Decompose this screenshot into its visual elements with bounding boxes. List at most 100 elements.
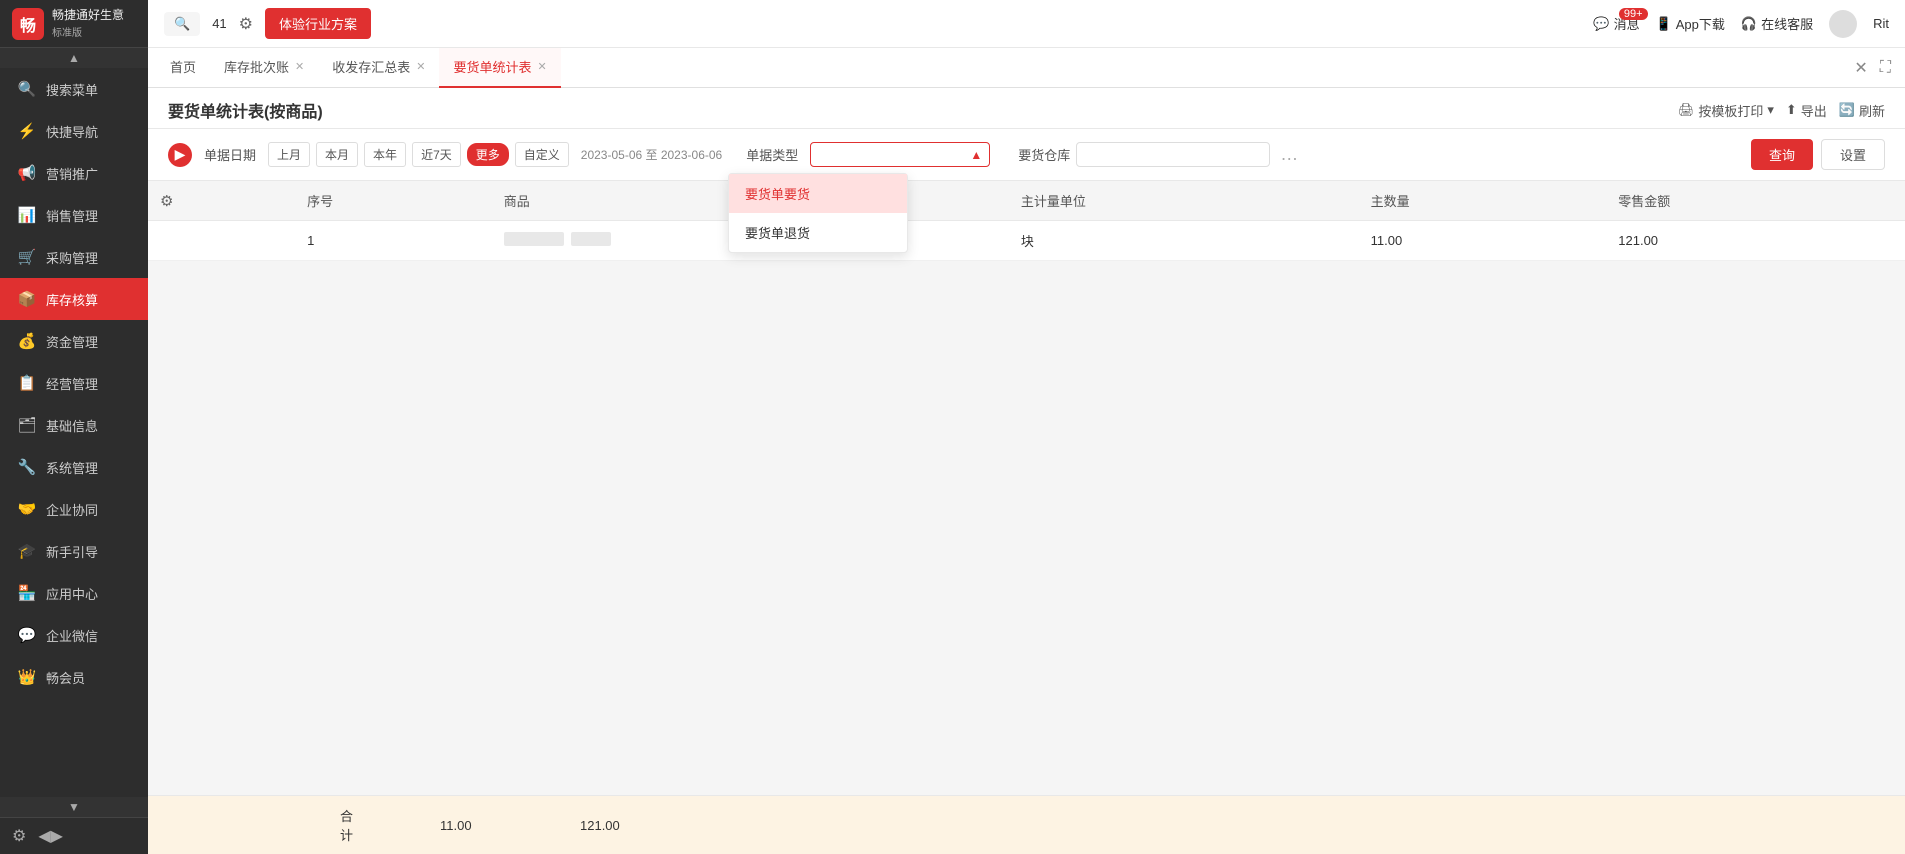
date-btn-year[interactable]: 本年 bbox=[364, 142, 406, 167]
sidebar-scroll-down[interactable]: ▼ bbox=[0, 797, 148, 817]
dropdown-item-0[interactable]: 要货单要货 bbox=[729, 174, 907, 213]
app-download-btn[interactable]: 📱 App下载 bbox=[1656, 14, 1725, 33]
th-amount: 零售金额 bbox=[1606, 181, 1905, 221]
th-unit: 主计量单位 bbox=[1009, 181, 1359, 221]
operations-icon: 📋 bbox=[16, 372, 38, 394]
refresh-btn[interactable]: 🔄 刷新 bbox=[1839, 101, 1885, 120]
table-row: 1 块 11.00 121.00 bbox=[148, 221, 1905, 261]
warehouse-more-icon[interactable]: … bbox=[1280, 144, 1298, 165]
warehouse-label: 要货仓库 bbox=[1018, 145, 1070, 164]
date-btn-7days[interactable]: 近7天 bbox=[412, 142, 461, 167]
basic-icon: 🗂 bbox=[16, 414, 38, 436]
search-icon: 🔍 bbox=[16, 78, 38, 100]
footer-qty: 11.00 bbox=[440, 818, 540, 833]
sidebar-item-finance[interactable]: 💰 资金管理 bbox=[0, 320, 148, 362]
sidebar-item-marketing[interactable]: 📢 营销推广 bbox=[0, 152, 148, 194]
filter-date-btns: 上月 本月 本年 近7天 更多 自定义 bbox=[268, 142, 569, 167]
export-btn[interactable]: ⬆ 导出 bbox=[1786, 101, 1827, 120]
type-dropdown: 要货单要货 要货单退货 bbox=[728, 173, 908, 253]
row-amount: 121.00 bbox=[1606, 221, 1905, 261]
purchase-icon: 🛒 bbox=[16, 246, 38, 268]
sidebar-logo: 畅 畅捷通好生意 标准版 bbox=[0, 0, 148, 48]
inventory-icon: 📦 bbox=[16, 288, 38, 310]
tab-close-requisition-stat[interactable]: ✕ bbox=[538, 60, 547, 73]
sidebar-item-enterprise[interactable]: 🤝 企业协同 bbox=[0, 488, 148, 530]
tabbar: 首页 库存批次账 ✕ 收发存汇总表 ✕ 要货单统计表 ✕ ✕ ⛶ bbox=[148, 48, 1905, 88]
sidebar-item-operations[interactable]: 📋 经营管理 bbox=[0, 362, 148, 404]
member-icon: 👑 bbox=[16, 666, 38, 688]
headset-icon: 🎧 bbox=[1741, 16, 1757, 32]
enterprise-icon: 🤝 bbox=[16, 498, 38, 520]
footer-amount: 121.00 bbox=[580, 818, 680, 833]
sales-icon: 📊 bbox=[16, 204, 38, 226]
sidebar-item-system[interactable]: 🔧 系统管理 bbox=[0, 446, 148, 488]
tab-home[interactable]: 首页 bbox=[156, 48, 210, 88]
logo-icon: 畅 bbox=[12, 8, 44, 40]
sidebar: 畅 畅捷通好生意 标准版 ▲ 🔍 搜索菜单 ⚡ 快捷导航 📢 营销推广 📊 销售… bbox=[0, 0, 148, 854]
topbar-settings-icon[interactable]: ⚙ bbox=[239, 14, 253, 34]
sidebar-item-inventory[interactable]: 📦 库存核算 bbox=[0, 278, 148, 320]
table-footer: 合计 11.00 121.00 bbox=[148, 795, 1905, 854]
print-dropdown-icon: ▾ bbox=[1767, 102, 1774, 118]
export-icon: ⬆ bbox=[1786, 102, 1797, 118]
user-avatar[interactable] bbox=[1829, 10, 1857, 38]
message-btn[interactable]: 💬 消息 99+ bbox=[1593, 14, 1639, 33]
online-service-btn[interactable]: 🎧 在线客服 bbox=[1741, 14, 1813, 33]
warehouse-input[interactable] bbox=[1076, 142, 1270, 167]
tab-receive-summary[interactable]: 收发存汇总表 ✕ bbox=[318, 48, 439, 88]
column-settings-icon: ⚙ bbox=[160, 193, 173, 210]
footer-label: 合计 bbox=[160, 806, 360, 844]
row-checkbox[interactable] bbox=[148, 221, 295, 261]
sidebar-item-basic[interactable]: 🗂 基础信息 bbox=[0, 404, 148, 446]
date-btn-custom[interactable]: 自定义 bbox=[515, 142, 569, 167]
data-table: ⚙ 序号 商品 主计量单位 主数量 零售金额 1 bbox=[148, 181, 1905, 261]
query-btn[interactable]: 查询 bbox=[1751, 139, 1813, 170]
sidebar-item-guide[interactable]: 🎓 新手引导 bbox=[0, 530, 148, 572]
tab-inventory-batch[interactable]: 库存批次账 ✕ bbox=[210, 48, 318, 88]
tab-close-inventory-batch[interactable]: ✕ bbox=[295, 60, 304, 73]
settings-bottom-icon[interactable]: ⚙ bbox=[12, 826, 26, 846]
shortcut-icon: ⚡ bbox=[16, 120, 38, 142]
date-btn-up[interactable]: 上月 bbox=[268, 142, 310, 167]
sidebar-item-purchase[interactable]: 🛒 采购管理 bbox=[0, 236, 148, 278]
table-wrap: ⚙ 序号 商品 主计量单位 主数量 零售金额 1 bbox=[148, 181, 1905, 795]
page-header: 要货单统计表(按商品) 🖨 按模板打印 ▾ ⬆ 导出 🔄 刷新 bbox=[148, 88, 1905, 129]
warehouse-filter: 要货仓库 … bbox=[1018, 142, 1298, 167]
sidebar-item-sales[interactable]: 📊 销售管理 bbox=[0, 194, 148, 236]
sidebar-item-search[interactable]: 🔍 搜索菜单 bbox=[0, 68, 148, 110]
logo-text: 畅捷通好生意 标准版 bbox=[52, 8, 124, 39]
date-label: 单据日期 bbox=[204, 145, 256, 164]
filter-expand-btn[interactable]: ▶ bbox=[168, 143, 192, 167]
close-all-tabs-btn[interactable]: ✕ bbox=[1848, 54, 1873, 82]
print-btn[interactable]: 🖨 按模板打印 ▾ bbox=[1678, 101, 1774, 120]
th-settings[interactable]: ⚙ bbox=[148, 181, 295, 221]
collapse-icon[interactable]: ◀▶ bbox=[38, 826, 63, 846]
tabbar-actions: ✕ ⛶ bbox=[1848, 54, 1897, 82]
tab-close-receive-summary[interactable]: ✕ bbox=[416, 60, 425, 73]
sidebar-item-wechat[interactable]: 💬 企业微信 bbox=[0, 614, 148, 656]
type-select[interactable]: 要货单要货 要货单退货 bbox=[810, 142, 990, 167]
topbar-right: 💬 消息 99+ 📱 App下载 🎧 在线客服 Rit bbox=[1593, 10, 1889, 38]
filter-settings-btn[interactable]: 设置 bbox=[1821, 139, 1885, 170]
message-icon: 💬 bbox=[1593, 16, 1609, 32]
filter-bar: ▶ 单据日期 上月 本月 本年 近7天 更多 自定义 2023-05-06 至 … bbox=[148, 129, 1905, 181]
sidebar-scroll-up[interactable]: ▲ bbox=[0, 48, 148, 68]
topbar: 🔍 41 ⚙ 体验行业方案 💬 消息 99+ 📱 App下载 🎧 在线客服 Ri… bbox=[148, 0, 1905, 48]
trial-btn[interactable]: 体验行业方案 bbox=[265, 8, 371, 39]
refresh-icon: 🔄 bbox=[1839, 102, 1855, 118]
date-btn-cur[interactable]: 本月 bbox=[316, 142, 358, 167]
sidebar-item-shortcut[interactable]: ⚡ 快捷导航 bbox=[0, 110, 148, 152]
tab-requisition-stat[interactable]: 要货单统计表 ✕ bbox=[439, 48, 560, 88]
maximize-btn[interactable]: ⛶ bbox=[1874, 55, 1897, 81]
search-box[interactable]: 🔍 bbox=[164, 12, 200, 36]
page-content: 要货单统计表(按商品) 🖨 按模板打印 ▾ ⬆ 导出 🔄 刷新 ▶ bbox=[148, 88, 1905, 854]
th-num: 序号 bbox=[295, 181, 492, 221]
dropdown-item-1[interactable]: 要货单退货 bbox=[729, 213, 907, 252]
finance-icon: 💰 bbox=[16, 330, 38, 352]
date-btn-more[interactable]: 更多 bbox=[467, 143, 509, 166]
table-header-row: ⚙ 序号 商品 主计量单位 主数量 零售金额 bbox=[148, 181, 1905, 221]
sidebar-item-appstore[interactable]: 🏪 应用中心 bbox=[0, 572, 148, 614]
sidebar-item-member[interactable]: 👑 畅会员 bbox=[0, 656, 148, 698]
filter-actions: 查询 设置 bbox=[1751, 139, 1885, 170]
search-icon-top: 🔍 bbox=[174, 16, 190, 32]
